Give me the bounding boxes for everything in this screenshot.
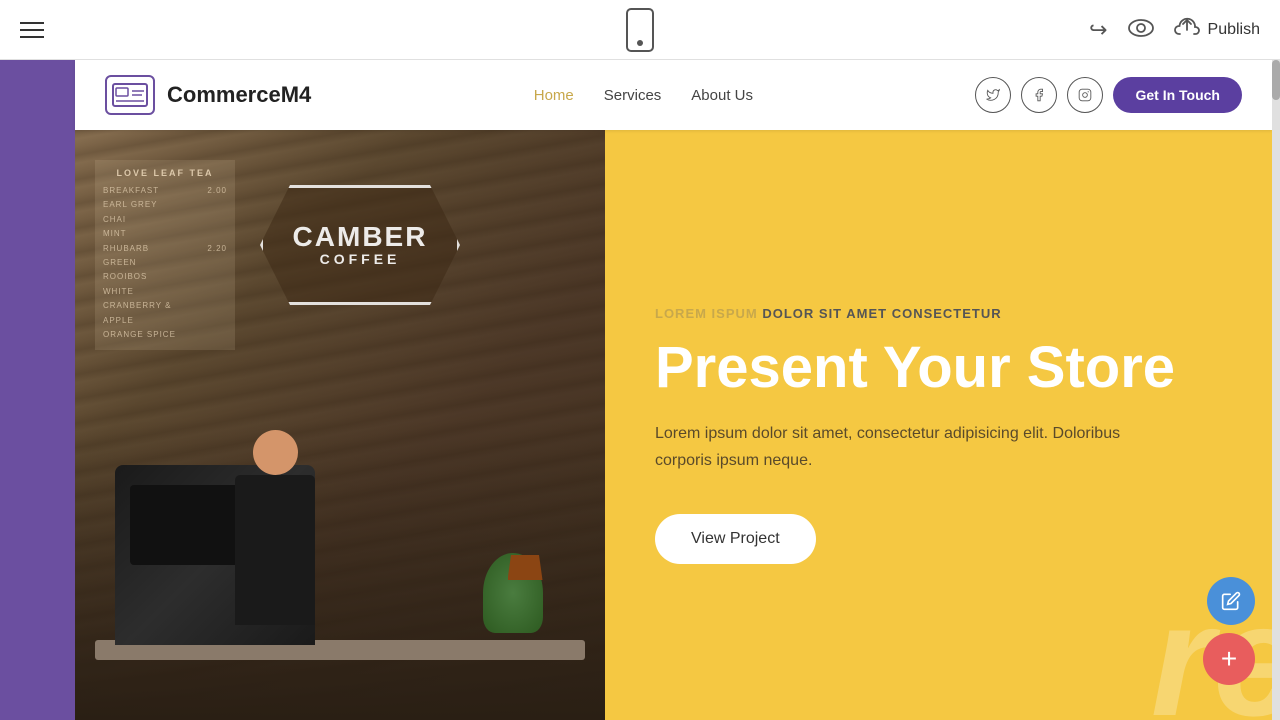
hero-description: Lorem ipsum dolor sit amet, consectetur … <box>655 420 1135 474</box>
preview-area: CommerceM4 Home Services About Us <box>0 60 1280 720</box>
hero-title: Present Your Store <box>655 336 1222 400</box>
toolbar-center <box>626 8 654 52</box>
facebook-social-button[interactable] <box>1021 77 1057 113</box>
hero-label-highlight: LOREM ISPUM <box>655 306 758 321</box>
hero-content: re LOREM ISPUM DOLOR SIT AMET CONSECTETU… <box>605 130 1272 720</box>
plant-pot <box>508 555 543 580</box>
edit-fab-button[interactable] <box>1207 577 1255 625</box>
barista-head <box>253 430 298 475</box>
barista-figure <box>225 430 325 650</box>
hamburger-menu-button[interactable] <box>20 22 44 38</box>
scrollbar[interactable] <box>1272 60 1280 720</box>
view-project-button[interactable]: View Project <box>655 514 816 564</box>
barista-body <box>235 475 315 625</box>
coffee-shop-background: LOVE LEAF TEA BREAKFAST2.00 EARL GREY CH… <box>75 130 605 720</box>
menu-item-apple: APPLE <box>103 314 227 328</box>
coffee-sign: CAMBER COFFEE <box>260 185 460 305</box>
add-fab-button[interactable]: + <box>1203 633 1255 685</box>
hero-section: LOVE LEAF TEA BREAKFAST2.00 EARL GREY CH… <box>75 130 1272 720</box>
toolbar-right: ↩ Publish <box>1089 16 1260 43</box>
instagram-social-button[interactable] <box>1067 77 1103 113</box>
nav-home[interactable]: Home <box>534 87 574 104</box>
publish-label: Publish <box>1208 21 1260 39</box>
hero-label: LOREM ISPUM DOLOR SIT AMET CONSECTETUR <box>655 306 1222 321</box>
menu-board: LOVE LEAF TEA BREAKFAST2.00 EARL GREY CH… <box>95 160 235 350</box>
hero-label-rest: DOLOR SIT AMET CONSECTETUR <box>758 306 1002 321</box>
nav-about-us[interactable]: About Us <box>691 87 753 104</box>
counter-area <box>75 420 605 720</box>
social-icons: Get In Touch <box>975 77 1242 113</box>
menu-item-rhubarb: RHUBARB2.20 <box>103 242 227 256</box>
toolbar-left <box>20 22 44 38</box>
menu-item-rooibos: ROOIBOS <box>103 270 227 284</box>
coffee-sign-line1: CAMBER <box>293 223 428 251</box>
preview-icon[interactable] <box>1128 17 1154 43</box>
menu-item-chai: CHAI <box>103 213 227 227</box>
plant-decoration <box>495 555 555 655</box>
menu-item-green: GREEN <box>103 256 227 270</box>
logo-icon <box>105 75 155 115</box>
menu-item-mint: MINT <box>103 227 227 241</box>
site-header: CommerceM4 Home Services About Us <box>75 60 1272 130</box>
twitter-social-button[interactable] <box>975 77 1011 113</box>
menu-item-orange-spice: ORANGE SPICE <box>103 328 227 342</box>
logo-text: CommerceM4 <box>167 82 311 108</box>
menu-item-white: WHITE <box>103 285 227 299</box>
hero-image: LOVE LEAF TEA BREAKFAST2.00 EARL GREY CH… <box>75 130 605 720</box>
left-sidebar-bar <box>0 60 75 720</box>
menu-item-cranberry: CRANBERRY & <box>103 299 227 313</box>
site-logo: CommerceM4 <box>105 75 311 115</box>
undo-icon[interactable]: ↩ <box>1089 17 1107 43</box>
publish-button[interactable]: Publish <box>1174 16 1260 43</box>
site-nav: Home Services About Us <box>534 87 753 104</box>
cloud-upload-icon <box>1174 16 1200 43</box>
toolbar: ↩ Publish <box>0 0 1280 60</box>
mobile-preview-icon[interactable] <box>626 8 654 52</box>
menu-title: LOVE LEAF TEA <box>103 168 227 178</box>
get-in-touch-button[interactable]: Get In Touch <box>1113 77 1242 113</box>
nav-services[interactable]: Services <box>604 87 662 104</box>
menu-item-earl-grey: EARL GREY <box>103 198 227 212</box>
scrollbar-thumb[interactable] <box>1272 60 1280 100</box>
menu-item-breakfast: BREAKFAST2.00 <box>103 184 227 198</box>
coffee-sign-line2: COFFEE <box>320 251 401 267</box>
